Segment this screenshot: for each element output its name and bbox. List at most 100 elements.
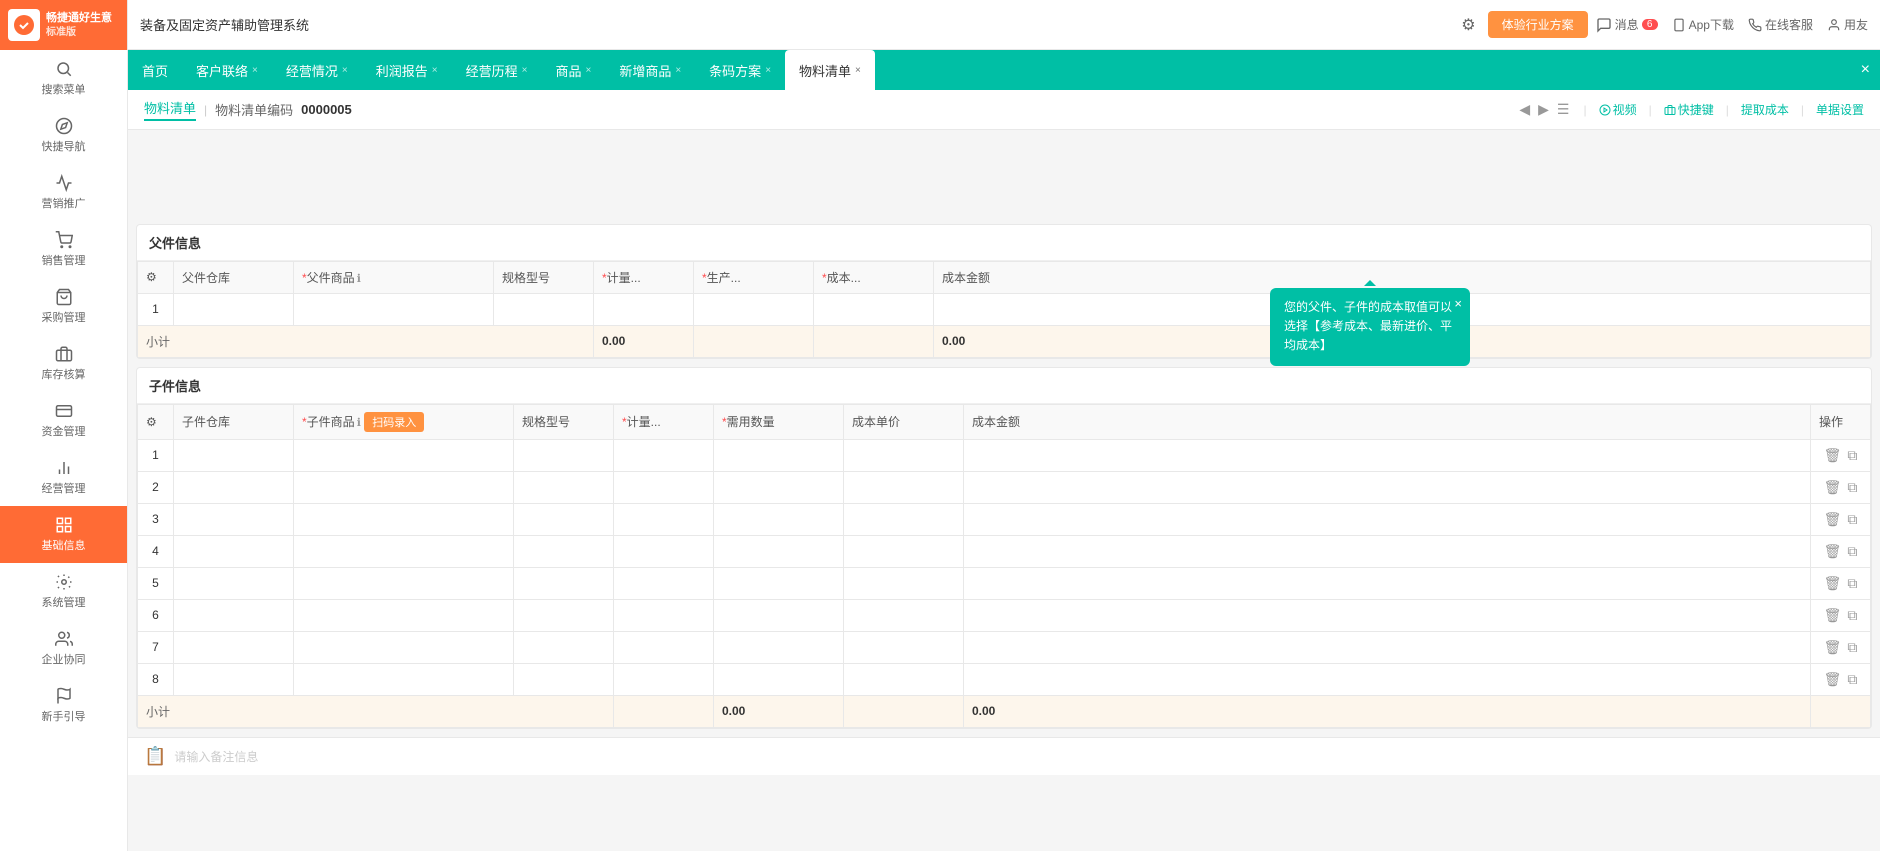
- child-cell-qty-6[interactable]: [714, 599, 844, 631]
- child-cell-qty-7[interactable]: [714, 631, 844, 663]
- child-cell-product-3[interactable]: [294, 503, 514, 535]
- nav-list-button[interactable]: ☰: [1555, 101, 1572, 118]
- tab-close-profit[interactable]: ×: [432, 65, 438, 76]
- child-cell-warehouse-8[interactable]: [174, 663, 294, 695]
- parent-cell-cost-1[interactable]: [814, 293, 934, 325]
- child-cell-unit-8[interactable]: [614, 663, 714, 695]
- sidebar-item-system[interactable]: 系统管理: [0, 563, 127, 620]
- child-cell-spec-6[interactable]: [514, 599, 614, 631]
- online-service-area[interactable]: 在线客服: [1748, 16, 1813, 33]
- child-cell-qty-8[interactable]: [714, 663, 844, 695]
- child-cell-warehouse-2[interactable]: [174, 471, 294, 503]
- nav-prev-button[interactable]: ◀: [1517, 101, 1532, 118]
- delete-icon-1[interactable]: 🗑: [1824, 447, 1842, 464]
- child-cell-unit-price-8[interactable]: [844, 663, 964, 695]
- child-cell-warehouse-4[interactable]: [174, 535, 294, 567]
- child-cell-product-2[interactable]: [294, 471, 514, 503]
- copy-icon-2[interactable]: ⧉: [1847, 479, 1857, 496]
- tab-new-product[interactable]: 新增商品 ×: [605, 50, 695, 90]
- tab-close-bom[interactable]: ×: [855, 65, 861, 76]
- child-cell-product-6[interactable]: [294, 599, 514, 631]
- child-cell-unit-price-5[interactable]: [844, 567, 964, 599]
- child-cell-unit-4[interactable]: [614, 535, 714, 567]
- child-cell-unit-price-7[interactable]: [844, 631, 964, 663]
- child-cell-cost-amount-8[interactable]: [964, 663, 1811, 695]
- copy-icon-7[interactable]: ⧉: [1847, 639, 1857, 656]
- child-cell-cost-amount-3[interactable]: [964, 503, 1811, 535]
- sidebar-item-basic[interactable]: 基础信息: [0, 506, 127, 563]
- scan-input-button[interactable]: 扫码录入: [364, 412, 424, 432]
- child-cell-product-4[interactable]: [294, 535, 514, 567]
- child-cell-warehouse-3[interactable]: [174, 503, 294, 535]
- delete-icon-3[interactable]: 🗑: [1824, 511, 1842, 528]
- tab-close-history[interactable]: ×: [522, 65, 528, 76]
- parent-col-settings[interactable]: ⚙: [138, 261, 174, 293]
- parent-cell-unit-1[interactable]: [594, 293, 694, 325]
- sidebar-item-quicknav[interactable]: 快捷导航: [0, 107, 127, 164]
- delete-icon-4[interactable]: 🗑: [1824, 543, 1842, 560]
- single-settings-action[interactable]: 单据设置: [1816, 101, 1864, 118]
- tab-close-operation[interactable]: ×: [342, 65, 348, 76]
- copy-icon-1[interactable]: ⧉: [1847, 447, 1857, 464]
- child-cell-spec-1[interactable]: [514, 439, 614, 471]
- child-cell-spec-3[interactable]: [514, 503, 614, 535]
- tab-close-barcode[interactable]: ×: [765, 65, 771, 76]
- child-cell-qty-1[interactable]: [714, 439, 844, 471]
- child-cell-spec-5[interactable]: [514, 567, 614, 599]
- parent-cell-product-1[interactable]: [294, 293, 494, 325]
- delete-icon-5[interactable]: 🗑: [1824, 575, 1842, 592]
- tab-close-new-product[interactable]: ×: [675, 65, 681, 76]
- child-cell-unit-price-1[interactable]: [844, 439, 964, 471]
- tab-product[interactable]: 商品 ×: [541, 50, 605, 90]
- parent-cell-spec-1[interactable]: [494, 293, 594, 325]
- child-cell-spec-7[interactable]: [514, 631, 614, 663]
- child-cell-warehouse-6[interactable]: [174, 599, 294, 631]
- child-cell-cost-amount-4[interactable]: [964, 535, 1811, 567]
- child-cell-product-8[interactable]: [294, 663, 514, 695]
- tab-close-product[interactable]: ×: [585, 65, 591, 76]
- child-cell-product-1[interactable]: [294, 439, 514, 471]
- copy-icon-8[interactable]: ⧉: [1847, 671, 1857, 688]
- child-cell-qty-4[interactable]: [714, 535, 844, 567]
- parent-cell-warehouse-1[interactable]: [174, 293, 294, 325]
- child-cell-qty-2[interactable]: [714, 471, 844, 503]
- child-cell-warehouse-5[interactable]: [174, 567, 294, 599]
- child-cell-qty-5[interactable]: [714, 567, 844, 599]
- child-cell-unit-2[interactable]: [614, 471, 714, 503]
- gear-icon[interactable]: ⚙: [1461, 15, 1475, 35]
- tab-close-customer[interactable]: ×: [252, 65, 258, 76]
- child-cell-warehouse-7[interactable]: [174, 631, 294, 663]
- child-cell-unit-1[interactable]: [614, 439, 714, 471]
- child-cell-unit-3[interactable]: [614, 503, 714, 535]
- app-download-area[interactable]: App下载: [1672, 16, 1734, 33]
- child-cell-cost-amount-1[interactable]: [964, 439, 1811, 471]
- sidebar-item-guide[interactable]: 新手引导: [0, 677, 127, 734]
- tab-profit[interactable]: 利润报告 ×: [362, 50, 452, 90]
- tab-customer[interactable]: 客户联络 ×: [182, 50, 272, 90]
- tab-operation[interactable]: 经营情况 ×: [272, 50, 362, 90]
- sidebar-item-inventory[interactable]: 库存核算: [0, 335, 127, 392]
- sub-tab-bom-list[interactable]: 物料清单: [144, 98, 196, 121]
- view-action[interactable]: 视频: [1599, 101, 1637, 118]
- tab-barcode[interactable]: 条码方案 ×: [695, 50, 785, 90]
- sidebar-item-operation[interactable]: 经营管理: [0, 449, 127, 506]
- child-col-settings[interactable]: ⚙: [138, 404, 174, 439]
- child-cell-cost-amount-7[interactable]: [964, 631, 1811, 663]
- copy-icon-5[interactable]: ⧉: [1847, 575, 1857, 592]
- nav-next-button[interactable]: ▶: [1536, 101, 1551, 118]
- tab-history[interactable]: 经营历程 ×: [452, 50, 542, 90]
- tab-home[interactable]: 首页: [128, 50, 182, 90]
- copy-icon-4[interactable]: ⧉: [1847, 543, 1857, 560]
- sidebar-item-sales[interactable]: 销售管理: [0, 221, 127, 278]
- delete-icon-7[interactable]: 🗑: [1824, 639, 1842, 656]
- child-cell-spec-8[interactable]: [514, 663, 614, 695]
- message-icon-area[interactable]: 消息 6: [1596, 16, 1658, 33]
- copy-icon-3[interactable]: ⧉: [1847, 511, 1857, 528]
- child-cell-cost-amount-2[interactable]: [964, 471, 1811, 503]
- child-cell-unit-7[interactable]: [614, 631, 714, 663]
- sidebar-item-search[interactable]: 搜索菜单: [0, 50, 127, 107]
- extract-cost-action[interactable]: 提取成本: [1741, 101, 1789, 118]
- child-cell-spec-2[interactable]: [514, 471, 614, 503]
- child-cell-qty-3[interactable]: [714, 503, 844, 535]
- sidebar-item-marketing[interactable]: 营销推广: [0, 164, 127, 221]
